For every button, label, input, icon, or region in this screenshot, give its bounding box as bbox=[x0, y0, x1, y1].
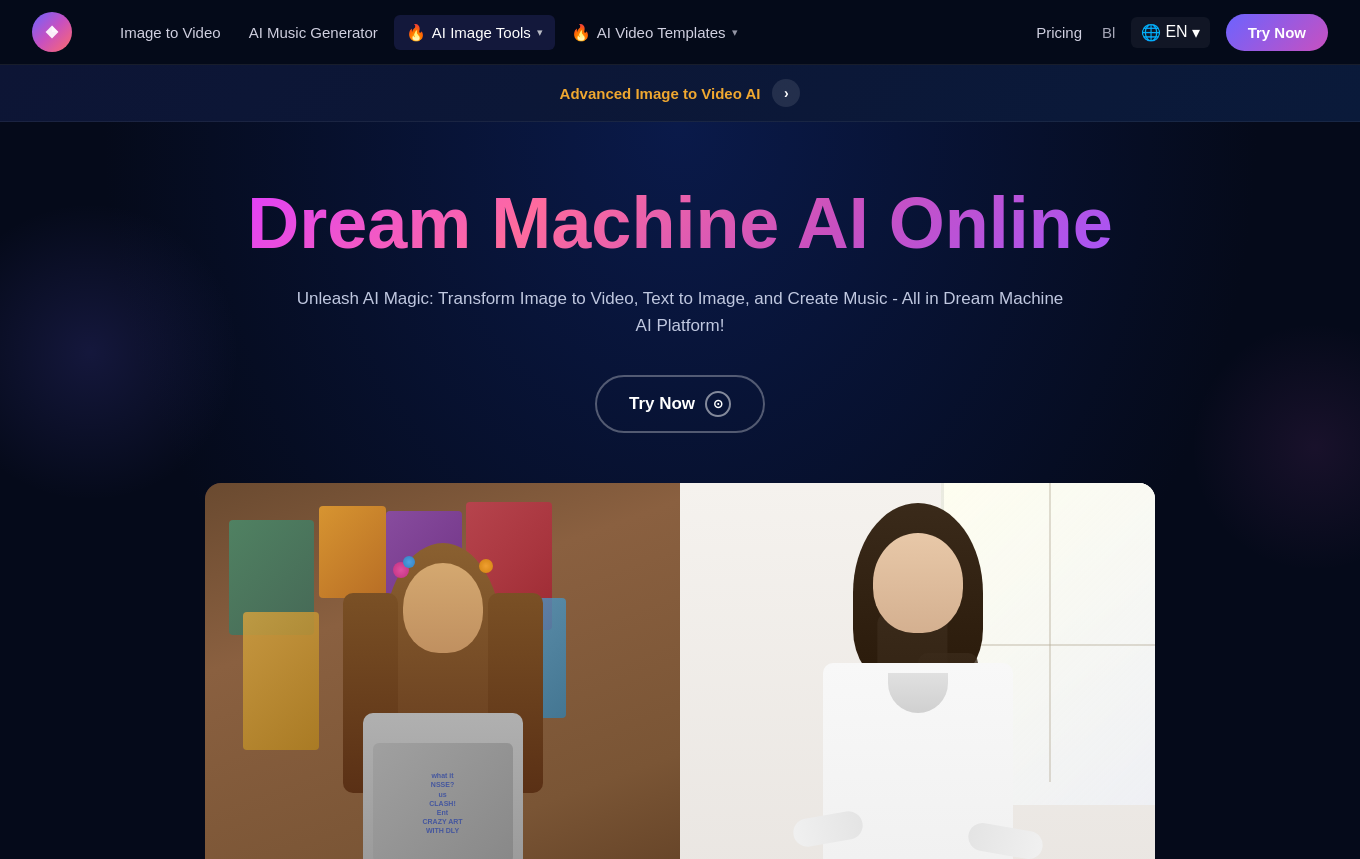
showcase-left-panel: what itNSSE?usCLASH!EntCRAZY ARTWITH DLY bbox=[205, 483, 680, 859]
blob-decoration-1 bbox=[0, 202, 240, 502]
hero-cta-button[interactable]: Try Now ⊙ bbox=[595, 375, 765, 433]
girl-figure: what itNSSE?usCLASH!EntCRAZY ARTWITH DLY bbox=[313, 543, 573, 859]
ai-video-templates-label: AI Video Templates bbox=[597, 24, 726, 41]
chevron-down-lang: ▾ bbox=[1192, 23, 1200, 42]
chevron-down-icon: ▾ bbox=[537, 26, 543, 39]
nav-ai-video-templates[interactable]: 🔥 AI Video Templates ▾ bbox=[559, 15, 750, 50]
nav-pricing[interactable]: Pricing bbox=[1032, 16, 1086, 49]
nav-image-to-video[interactable]: Image to Video bbox=[108, 16, 233, 49]
arrow-icon: › bbox=[784, 85, 789, 101]
nav-right: Pricing Bl 🌐 EN ▾ Try Now bbox=[1032, 14, 1328, 51]
navbar: Image to Video AI Music Generator 🔥 AI I… bbox=[0, 0, 1360, 65]
globe-icon: 🌐 bbox=[1141, 23, 1161, 42]
hero-cta-label: Try Now bbox=[629, 394, 695, 414]
nav-ai-image-tools[interactable]: 🔥 AI Image Tools ▾ bbox=[394, 15, 555, 50]
language-label: EN bbox=[1165, 23, 1187, 41]
woman-figure bbox=[768, 493, 1068, 859]
cta-arrow-icon: ⊙ bbox=[705, 391, 731, 417]
hero-subtitle: Unleash AI Magic: Transform Image to Vid… bbox=[290, 285, 1070, 339]
announcement-arrow-button[interactable]: › bbox=[772, 79, 800, 107]
fire-icon-video: 🔥 bbox=[571, 23, 591, 42]
chevron-down-icon-video: ▾ bbox=[732, 26, 738, 39]
blob-decoration-2 bbox=[1190, 322, 1360, 572]
image-showcase: what itNSSE?usCLASH!EntCRAZY ARTWITH DLY bbox=[205, 483, 1155, 859]
poster-6 bbox=[243, 612, 319, 750]
announcement-text: Advanced Image to Video AI bbox=[560, 85, 761, 102]
language-selector[interactable]: 🌐 EN ▾ bbox=[1131, 17, 1209, 48]
nav-links: Image to Video AI Music Generator 🔥 AI I… bbox=[108, 15, 750, 50]
fire-icon-image: 🔥 bbox=[406, 23, 426, 42]
try-now-button-nav[interactable]: Try Now bbox=[1226, 14, 1328, 51]
hero-section: Dream Machine AI Online Unleash AI Magic… bbox=[0, 122, 1360, 859]
ai-image-tools-label: AI Image Tools bbox=[432, 24, 531, 41]
hero-title: Dream Machine AI Online bbox=[247, 182, 1113, 265]
logo[interactable] bbox=[32, 12, 72, 52]
nav-ai-music-generator[interactable]: AI Music Generator bbox=[237, 16, 390, 49]
showcase-right-panel bbox=[680, 483, 1155, 859]
nav-left: Image to Video AI Music Generator 🔥 AI I… bbox=[32, 12, 750, 52]
announcement-bar: Advanced Image to Video AI › bbox=[0, 65, 1360, 122]
nav-blog-partial[interactable]: Bl bbox=[1102, 24, 1115, 41]
